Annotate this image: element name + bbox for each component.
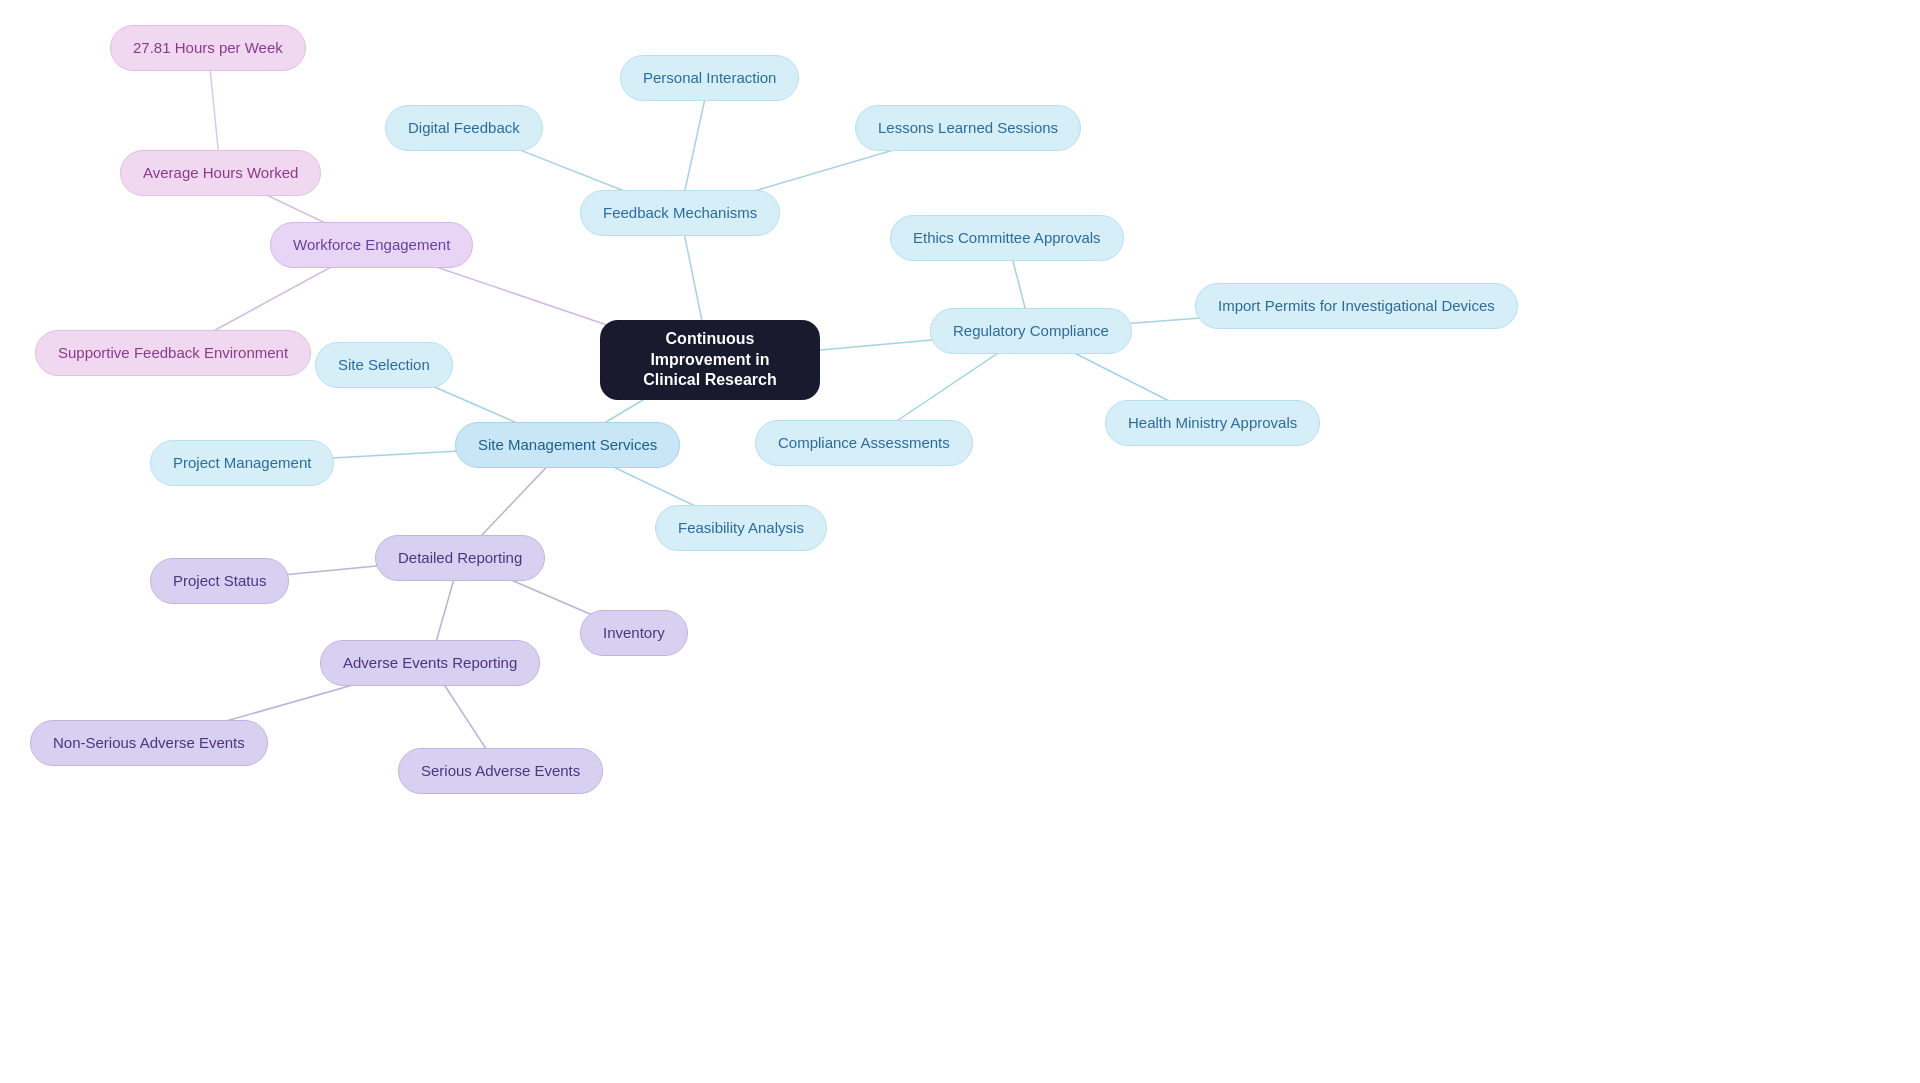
node-inventory[interactable]: Inventory xyxy=(580,610,688,656)
node-site-selection[interactable]: Site Selection xyxy=(315,342,453,388)
mind-map: Continuous Improvement in Clinical Resea… xyxy=(0,0,1920,1083)
node-feedback-mechanisms[interactable]: Feedback Mechanisms xyxy=(580,190,780,236)
node-project-status[interactable]: Project Status xyxy=(150,558,289,604)
node-average-hours[interactable]: Average Hours Worked xyxy=(120,150,321,196)
node-adverse-events[interactable]: Adverse Events Reporting xyxy=(320,640,540,686)
node-regulatory-compliance[interactable]: Regulatory Compliance xyxy=(930,308,1132,354)
node-lessons-learned[interactable]: Lessons Learned Sessions xyxy=(855,105,1081,151)
node-hours-per-week[interactable]: 27.81 Hours per Week xyxy=(110,25,306,71)
node-workforce-engagement[interactable]: Workforce Engagement xyxy=(270,222,473,268)
node-site-management[interactable]: Site Management Services xyxy=(455,422,680,468)
node-personal-interaction[interactable]: Personal Interaction xyxy=(620,55,799,101)
node-serious-adverse[interactable]: Serious Adverse Events xyxy=(398,748,603,794)
node-ethics-committee[interactable]: Ethics Committee Approvals xyxy=(890,215,1124,261)
node-health-ministry[interactable]: Health Ministry Approvals xyxy=(1105,400,1320,446)
node-import-permits[interactable]: Import Permits for Investigational Devic… xyxy=(1195,283,1518,329)
node-digital-feedback[interactable]: Digital Feedback xyxy=(385,105,543,151)
node-project-management[interactable]: Project Management xyxy=(150,440,334,486)
node-feasibility-analysis[interactable]: Feasibility Analysis xyxy=(655,505,827,551)
node-center[interactable]: Continuous Improvement in Clinical Resea… xyxy=(600,320,820,400)
node-supportive-feedback[interactable]: Supportive Feedback Environment xyxy=(35,330,311,376)
node-detailed-reporting[interactable]: Detailed Reporting xyxy=(375,535,545,581)
node-compliance-assessments[interactable]: Compliance Assessments xyxy=(755,420,973,466)
node-non-serious[interactable]: Non-Serious Adverse Events xyxy=(30,720,268,766)
